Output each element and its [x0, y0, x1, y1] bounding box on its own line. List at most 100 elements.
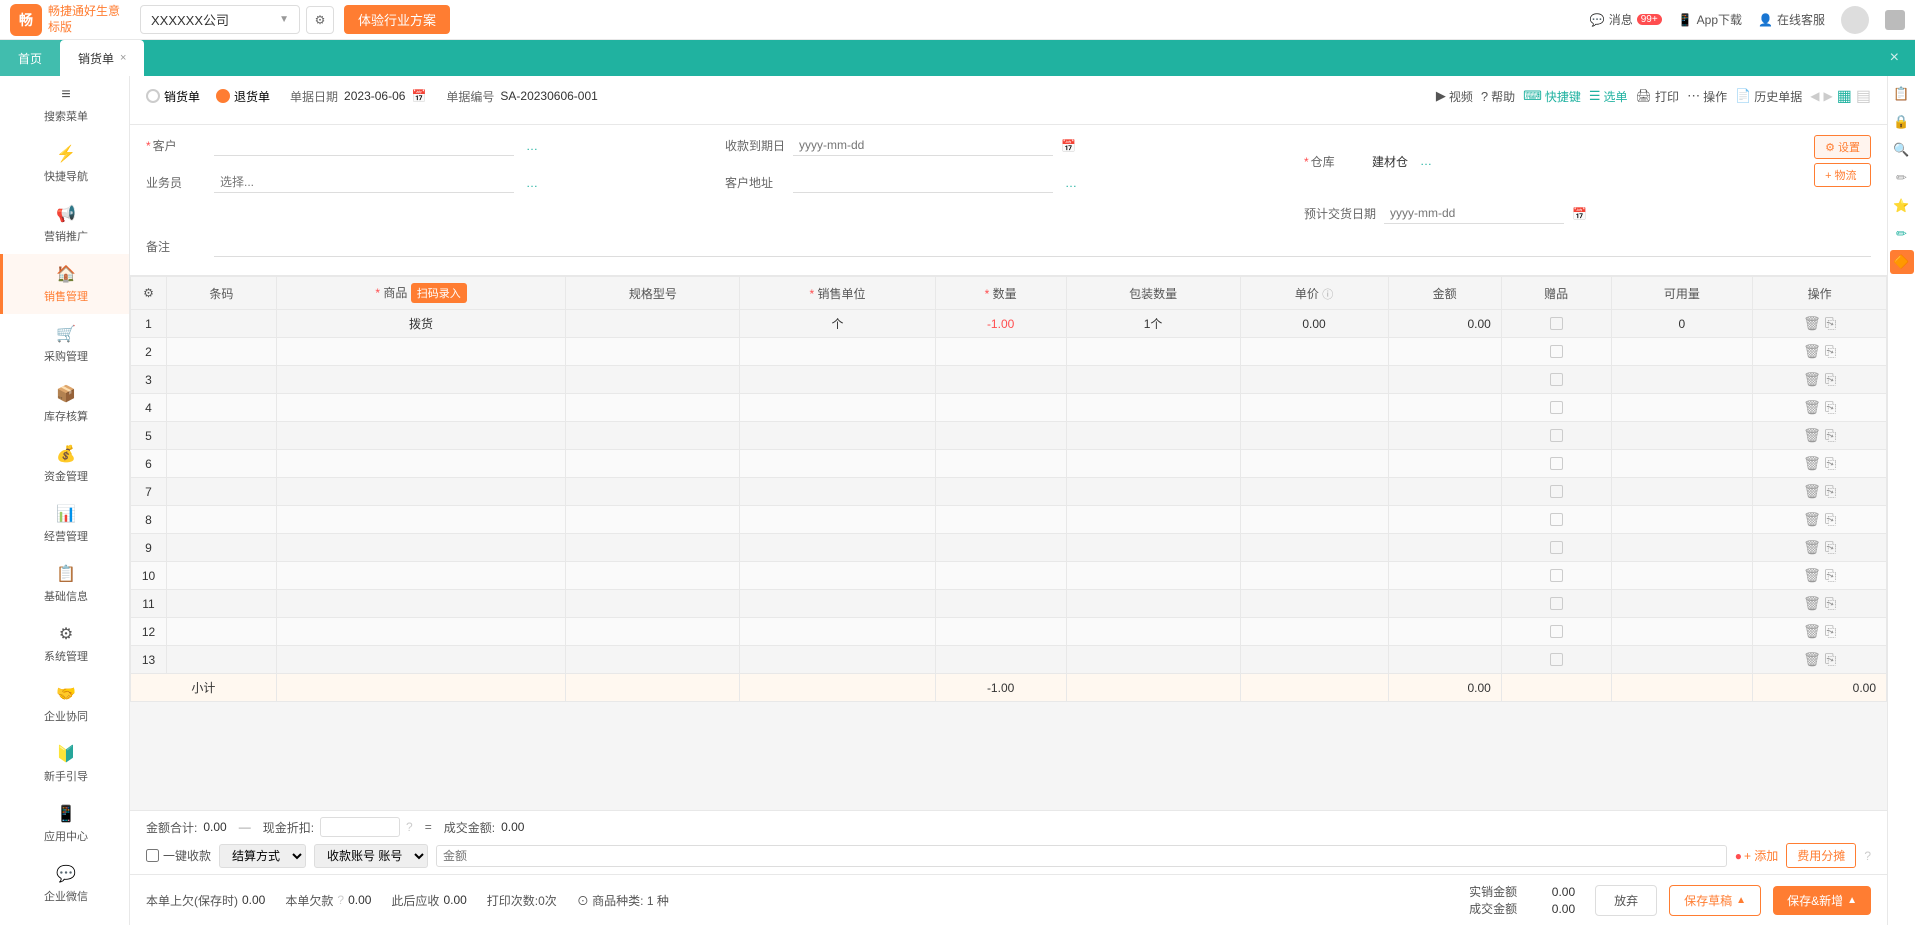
sidebar-item-operations[interactable]: 📊 经营管理: [0, 494, 129, 554]
company-settings-icon[interactable]: ⚙: [306, 6, 334, 34]
row-price[interactable]: 0.00: [1240, 310, 1388, 338]
row-amount[interactable]: 0.00: [1388, 310, 1501, 338]
row-delete-icon[interactable]: 🗑: [1803, 539, 1821, 556]
row-price[interactable]: [1240, 534, 1388, 562]
row-amount[interactable]: [1388, 646, 1501, 674]
row-spec[interactable]: [566, 338, 740, 366]
trial-button[interactable]: 体验行业方案: [344, 5, 450, 34]
row-qty[interactable]: [935, 534, 1066, 562]
row-spec[interactable]: [566, 422, 740, 450]
right-tool-star[interactable]: ⭐: [1890, 194, 1914, 218]
row-qty[interactable]: [935, 422, 1066, 450]
row-gift[interactable]: [1501, 590, 1611, 618]
row-spec[interactable]: [566, 618, 740, 646]
row-delete-icon[interactable]: 🗑: [1803, 371, 1821, 388]
row-delete-icon[interactable]: 🗑: [1803, 483, 1821, 500]
row-barcode[interactable]: [167, 618, 277, 646]
row-copy-icon[interactable]: ⎘: [1825, 343, 1836, 360]
sidebar-item-search[interactable]: ≡ 搜索菜单: [0, 76, 129, 134]
row-spec[interactable]: [566, 646, 740, 674]
row-pkg-qty[interactable]: [1066, 534, 1240, 562]
row-copy-icon[interactable]: ⎘: [1825, 623, 1836, 640]
row-copy-icon[interactable]: ⎘: [1825, 455, 1836, 472]
discard-button[interactable]: 放弃: [1595, 885, 1657, 916]
row-qty[interactable]: -1.00: [935, 310, 1066, 338]
row-copy-icon[interactable]: ⎘: [1825, 539, 1836, 556]
company-selector[interactable]: XXXXXX公司 ▼: [140, 5, 300, 34]
row-copy-icon[interactable]: ⎘: [1825, 315, 1836, 332]
row-copy-icon[interactable]: ⎘: [1825, 511, 1836, 528]
row-product[interactable]: [276, 646, 566, 674]
row-price[interactable]: [1240, 450, 1388, 478]
row-copy-icon[interactable]: ⎘: [1825, 651, 1836, 668]
row-spec[interactable]: [566, 450, 740, 478]
row-amount[interactable]: [1388, 478, 1501, 506]
row-pkg-qty[interactable]: [1066, 366, 1240, 394]
sidebar-item-app-center[interactable]: 📱 应用中心: [0, 794, 129, 854]
support-btn[interactable]: 👤 在线客服: [1758, 11, 1825, 28]
row-delete-icon[interactable]: 🗑: [1803, 427, 1821, 444]
row-unit[interactable]: [740, 646, 935, 674]
logistics-button[interactable]: + 物流: [1814, 163, 1871, 187]
row-unit[interactable]: [740, 394, 935, 422]
return-order-radio[interactable]: 退货单: [216, 88, 270, 105]
row-price[interactable]: [1240, 646, 1388, 674]
row-gift[interactable]: [1501, 310, 1611, 338]
row-spec[interactable]: [566, 478, 740, 506]
video-btn[interactable]: ▶ 视频: [1436, 88, 1473, 105]
save-new-button[interactable]: 保存&新增 ▲: [1773, 886, 1871, 915]
customer-input[interactable]: [214, 135, 514, 156]
close-all-icon[interactable]: ×: [1874, 40, 1915, 76]
sidebar-item-finance[interactable]: 💰 资金管理: [0, 434, 129, 494]
row-unit[interactable]: [740, 506, 935, 534]
row-gift[interactable]: [1501, 534, 1611, 562]
row-product[interactable]: [276, 394, 566, 422]
calendar-icon[interactable]: 📅: [411, 89, 426, 103]
right-tool-edit[interactable]: ✏: [1890, 166, 1914, 190]
row-amount[interactable]: [1388, 534, 1501, 562]
row-pkg-qty[interactable]: [1066, 338, 1240, 366]
row-pkg-qty[interactable]: [1066, 450, 1240, 478]
row-amount[interactable]: [1388, 338, 1501, 366]
row-amount[interactable]: [1388, 394, 1501, 422]
one-click-pay[interactable]: 一键收款: [146, 847, 211, 864]
sidebar-item-system[interactable]: ⚙ 系统管理: [0, 614, 129, 674]
row-pkg-qty[interactable]: [1066, 590, 1240, 618]
delivery-calendar-icon[interactable]: 📅: [1572, 207, 1587, 221]
row-delete-icon[interactable]: 🗑: [1803, 651, 1821, 668]
row-product[interactable]: [276, 534, 566, 562]
row-product[interactable]: [276, 562, 566, 590]
tab-close-icon[interactable]: ×: [120, 52, 126, 64]
row-unit[interactable]: [740, 534, 935, 562]
row-barcode[interactable]: [167, 422, 277, 450]
row-price[interactable]: [1240, 394, 1388, 422]
tab-home[interactable]: 首页: [0, 40, 60, 76]
row-barcode[interactable]: [167, 534, 277, 562]
row-gift[interactable]: [1501, 646, 1611, 674]
discount-help-icon[interactable]: ?: [406, 820, 413, 834]
row-price[interactable]: [1240, 618, 1388, 646]
row-unit[interactable]: [740, 478, 935, 506]
row-price[interactable]: [1240, 562, 1388, 590]
right-tool-clipboard[interactable]: 📋: [1890, 82, 1914, 106]
row-qty[interactable]: [935, 590, 1066, 618]
row-qty[interactable]: [935, 450, 1066, 478]
sidebar-item-quick-nav[interactable]: ⚡ 快捷导航: [0, 134, 129, 194]
row-unit[interactable]: [740, 450, 935, 478]
fee-split-btn[interactable]: 费用分摊: [1786, 843, 1856, 868]
row-gift[interactable]: [1501, 506, 1611, 534]
row-amount[interactable]: [1388, 366, 1501, 394]
customer-address-input[interactable]: [793, 172, 1053, 193]
add-payment-btn[interactable]: ● + 添加: [1735, 847, 1779, 864]
row-price[interactable]: [1240, 422, 1388, 450]
app-download-btn[interactable]: 📱 App下载: [1678, 11, 1742, 28]
fee-help-icon[interactable]: ?: [1864, 849, 1871, 863]
sidebar-item-basic[interactable]: 📋 基础信息: [0, 554, 129, 614]
help-btn[interactable]: ? 帮助: [1481, 88, 1515, 105]
row-amount[interactable]: [1388, 590, 1501, 618]
row-copy-icon[interactable]: ⎘: [1825, 371, 1836, 388]
row-barcode[interactable]: [167, 478, 277, 506]
discount-input[interactable]: [320, 817, 400, 837]
row-gift[interactable]: [1501, 562, 1611, 590]
row-unit[interactable]: [740, 422, 935, 450]
